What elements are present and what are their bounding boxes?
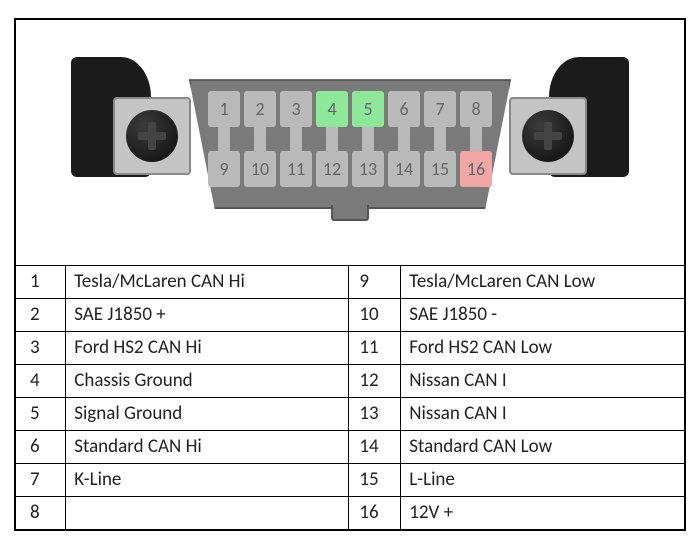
pin-label-right: Tesla/McLaren CAN Low xyxy=(401,265,684,298)
screw-plate-right xyxy=(509,97,587,175)
pin-4: 4 xyxy=(316,91,348,127)
pin-label-right: Nissan CAN I xyxy=(401,364,684,397)
pin-5: 5 xyxy=(352,91,384,127)
pin-15: 15 xyxy=(424,151,456,187)
pin-12: 12 xyxy=(316,151,348,187)
pin-1: 1 xyxy=(208,91,240,127)
pin-label-left: Tesla/McLaren CAN Hi xyxy=(66,265,349,298)
table-row: 6Standard CAN Hi14Standard CAN Low xyxy=(16,430,684,463)
pin-num-right: 10 xyxy=(349,298,401,331)
screw-icon xyxy=(522,110,574,162)
pin-label-left: Standard CAN Hi xyxy=(66,430,349,463)
pin-label-right: Ford HS2 CAN Low xyxy=(401,331,684,364)
table-row: 3Ford HS2 CAN Hi11Ford HS2 CAN Low xyxy=(16,331,684,364)
pin-num-left: 2 xyxy=(16,298,66,331)
page: 12345678 910111213141516 1Tesla/McLaren … xyxy=(0,0,700,549)
pin-label-right: Standard CAN Low xyxy=(401,430,684,463)
connector-tab xyxy=(331,205,369,221)
table-row: 1Tesla/McLaren CAN Hi9Tesla/McLaren CAN … xyxy=(16,265,684,298)
pin-num-left: 1 xyxy=(16,265,66,298)
pin-row-bottom: 910111213141516 xyxy=(205,151,495,187)
pin-num-right: 9 xyxy=(349,265,401,298)
pin-10: 10 xyxy=(244,151,276,187)
pin-2: 2 xyxy=(244,91,276,127)
pin-num-right: 11 xyxy=(349,331,401,364)
pin-label-left xyxy=(66,496,349,529)
pin-8: 8 xyxy=(460,91,492,127)
table-row: 8 1612V + xyxy=(16,496,684,529)
pin-7: 7 xyxy=(424,91,456,127)
pin-label-left: Ford HS2 CAN Hi xyxy=(66,331,349,364)
connector-diagram: 12345678 910111213141516 xyxy=(16,20,684,265)
pin-num-left: 8 xyxy=(16,496,66,529)
pin-label-left: Signal Ground xyxy=(66,397,349,430)
pin-9: 9 xyxy=(208,151,240,187)
table-row: 4Chassis Ground12Nissan CAN I xyxy=(16,364,684,397)
pinout-table: 1Tesla/McLaren CAN Hi9Tesla/McLaren CAN … xyxy=(16,265,684,530)
pin-6: 6 xyxy=(388,91,420,127)
pin-num-right: 13 xyxy=(349,397,401,430)
pin-label-left: Chassis Ground xyxy=(66,364,349,397)
pin-13: 13 xyxy=(352,151,384,187)
obd-connector: 12345678 910111213141516 xyxy=(71,47,629,237)
table-row: 7K-Line15L-Line xyxy=(16,463,684,496)
pin-16: 16 xyxy=(460,151,492,187)
pin-14: 14 xyxy=(388,151,420,187)
pin-num-right: 16 xyxy=(349,496,401,529)
pin-label-left: SAE J1850 + xyxy=(66,298,349,331)
screw-icon xyxy=(126,110,178,162)
pin-label-right: SAE J1850 - xyxy=(401,298,684,331)
screw-plate-left xyxy=(113,97,191,175)
pin-label-right: L-Line xyxy=(401,463,684,496)
pin-num-left: 5 xyxy=(16,397,66,430)
diagram-frame: 12345678 910111213141516 1Tesla/McLaren … xyxy=(14,18,686,531)
pin-num-left: 6 xyxy=(16,430,66,463)
pin-label-right: 12V + xyxy=(401,496,684,529)
table-row: 2SAE J1850 +10SAE J1850 - xyxy=(16,298,684,331)
pin-row-top: 12345678 xyxy=(205,91,495,127)
pin-label-right: Nissan CAN I xyxy=(401,397,684,430)
pin-num-left: 4 xyxy=(16,364,66,397)
pin-grid: 12345678 910111213141516 xyxy=(205,91,495,187)
pin-11: 11 xyxy=(280,151,312,187)
pin-label-left: K-Line xyxy=(66,463,349,496)
table-row: 5Signal Ground13Nissan CAN I xyxy=(16,397,684,430)
pin-3: 3 xyxy=(280,91,312,127)
pin-num-left: 7 xyxy=(16,463,66,496)
pin-num-right: 15 xyxy=(349,463,401,496)
pin-num-right: 14 xyxy=(349,430,401,463)
pin-num-right: 12 xyxy=(349,364,401,397)
pin-num-left: 3 xyxy=(16,331,66,364)
